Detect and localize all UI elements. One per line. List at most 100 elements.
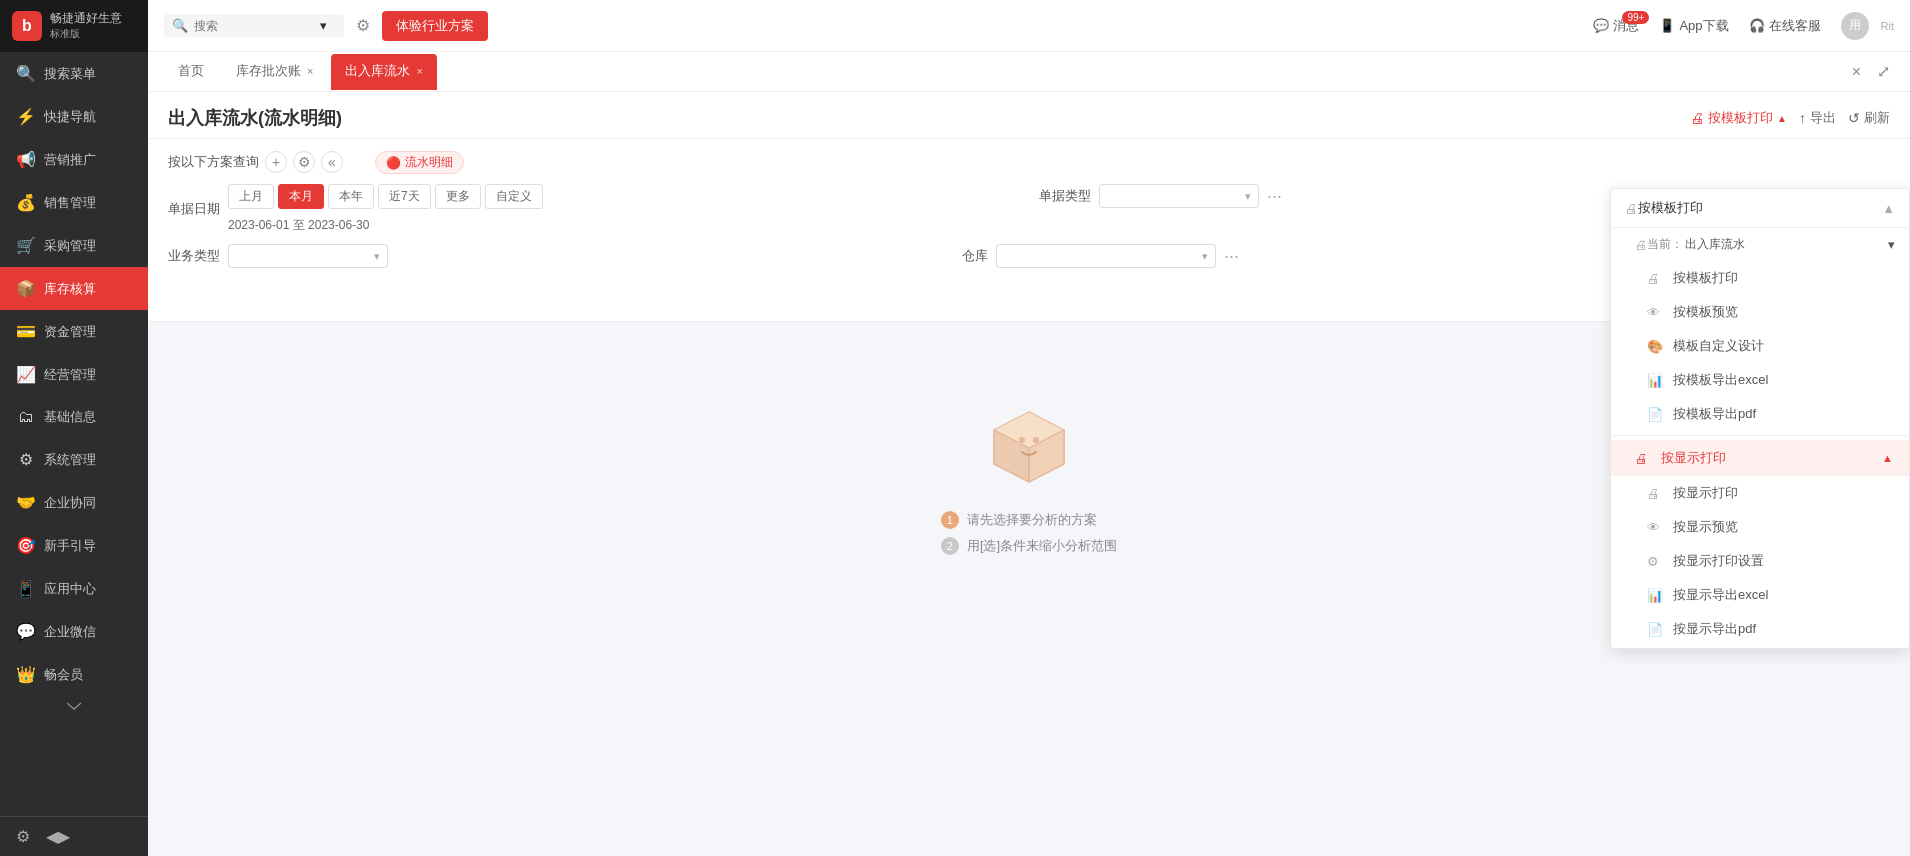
print-up-icon: ▲ bbox=[1777, 113, 1787, 124]
dropdown-bottom-item-4[interactable]: 📄 按显示导出pdf bbox=[1611, 612, 1909, 646]
tab-win-close-btn[interactable]: × bbox=[1848, 61, 1865, 83]
refresh-label: 刷新 bbox=[1864, 109, 1890, 127]
sidebar-item-operation[interactable]: 📈 经营管理 bbox=[0, 353, 148, 396]
sidebar-item-inventory[interactable]: 📦 库存核算 bbox=[0, 267, 148, 310]
sidebar-search-label: 搜索菜单 bbox=[44, 65, 96, 83]
date-btn-last-month[interactable]: 上月 bbox=[228, 184, 274, 209]
sidebar-item-sales[interactable]: 💰 销售管理 bbox=[0, 181, 148, 224]
trial-button[interactable]: 体验行业方案 bbox=[382, 11, 488, 41]
sidebar-sales-label: 销售管理 bbox=[44, 194, 96, 212]
highlighted-label: 按显示打印 bbox=[1661, 449, 1726, 467]
dropdown-highlighted-section[interactable]: 🖨 按显示打印 ▲ bbox=[1611, 440, 1909, 476]
collapse-sidebar-icon[interactable]: ◀▶ bbox=[46, 827, 70, 846]
export-icon: ↑ bbox=[1799, 110, 1806, 126]
tab-flow[interactable]: 出入库流水 × bbox=[331, 54, 436, 90]
empty-box-svg bbox=[984, 402, 1074, 492]
date-btn-this-year[interactable]: 本年 bbox=[328, 184, 374, 209]
dropdown-bottom-item-1[interactable]: 👁 按显示预览 bbox=[1611, 510, 1909, 544]
dropdown-top-item-4[interactable]: 📄 按模板导出pdf bbox=[1611, 397, 1909, 431]
app-download-button[interactable]: 📱 App下载 bbox=[1659, 17, 1728, 35]
dropdown-title: 按模板打印 bbox=[1638, 199, 1703, 217]
sidebar-item-member[interactable]: 👑 畅会员 bbox=[0, 653, 148, 696]
dropdown-bottom-item-3[interactable]: 📊 按显示导出excel bbox=[1611, 578, 1909, 612]
filter-add-btn[interactable]: + bbox=[265, 151, 287, 173]
dropdown-top-item-1[interactable]: 👁 按模板预览 bbox=[1611, 295, 1909, 329]
date-controls: 上月 本月 本年 近7天 更多 自定义 2023-06-01 至 2023-06… bbox=[228, 184, 543, 234]
settings-icon[interactable]: ⚙ bbox=[16, 827, 30, 846]
dropdown-top-icon-4: 📄 bbox=[1647, 407, 1663, 422]
dropdown-top-item-3[interactable]: 📊 按模板导出excel bbox=[1611, 363, 1909, 397]
tab-inventory-batch-close[interactable]: × bbox=[307, 65, 313, 77]
dropdown-top-icon-0: 🖨 bbox=[1647, 271, 1663, 286]
bill-type-select[interactable] bbox=[1099, 184, 1259, 208]
sidebar-item-search[interactable]: 🔍 搜索菜单 bbox=[0, 52, 148, 95]
date-btn-custom[interactable]: 自定义 bbox=[485, 184, 543, 209]
sidebar-item-corp[interactable]: 🤝 企业协同 bbox=[0, 481, 148, 524]
tab-flow-close[interactable]: × bbox=[416, 65, 422, 77]
dropdown-chevron-icon[interactable]: ▲ bbox=[1882, 201, 1895, 216]
tab-inventory-batch[interactable]: 库存批次账 × bbox=[222, 54, 327, 90]
dropdown-bottom-label-2: 按显示打印设置 bbox=[1673, 552, 1764, 570]
sidebar-item-marketing[interactable]: 📢 营销推广 bbox=[0, 138, 148, 181]
sidebar-member-label: 畅会员 bbox=[44, 666, 83, 684]
sidebar-item-wechat[interactable]: 💬 企业微信 bbox=[0, 610, 148, 653]
dropdown-bottom-icon-3: 📊 bbox=[1647, 588, 1663, 603]
dropdown-top-item-2[interactable]: 🎨 模板自定义设计 bbox=[1611, 329, 1909, 363]
export-button[interactable]: ↑ 导出 bbox=[1799, 109, 1836, 127]
avatar[interactable]: 用 bbox=[1841, 12, 1869, 40]
sidebar-corp-icon: 🤝 bbox=[16, 493, 36, 512]
sidebar-purchase-label: 采购管理 bbox=[44, 237, 96, 255]
date-btn-7-days[interactable]: 近7天 bbox=[378, 184, 431, 209]
search-dropdown-icon: ▾ bbox=[320, 18, 327, 33]
refresh-button[interactable]: ↺ 刷新 bbox=[1848, 109, 1890, 127]
print-template-button[interactable]: 🖨 按模板打印 ▲ bbox=[1690, 109, 1787, 127]
topbar-search-area[interactable]: 🔍 ▾ bbox=[164, 14, 344, 37]
date-btn-this-month[interactable]: 本月 bbox=[278, 184, 324, 209]
sidebar-operation-icon: 📈 bbox=[16, 365, 36, 384]
sidebar-item-finance[interactable]: 💳 资金管理 bbox=[0, 310, 148, 353]
filter-collapse-btn[interactable]: « bbox=[321, 151, 343, 173]
sidebar-sales-icon: 💰 bbox=[16, 193, 36, 212]
message-button[interactable]: 💬 消息 99+ bbox=[1593, 17, 1639, 35]
date-btn-more[interactable]: 更多 bbox=[435, 184, 481, 209]
filter-settings-btn[interactable]: ⚙ bbox=[293, 151, 315, 173]
dropdown-top-item-0[interactable]: 🖨 按模板打印 bbox=[1611, 261, 1909, 295]
tab-home[interactable]: 首页 bbox=[164, 54, 218, 90]
sidebar-search-icon: 🔍 bbox=[16, 64, 36, 83]
sidebar-item-basic[interactable]: 🗂 基础信息 bbox=[0, 396, 148, 438]
sidebar-item-appstore[interactable]: 📱 应用中心 bbox=[0, 567, 148, 610]
sidebar-item-system[interactable]: ⚙ 系统管理 bbox=[0, 438, 148, 481]
bill-type-more[interactable]: ··· bbox=[1267, 186, 1282, 207]
dropdown-bottom-icon-1: 👁 bbox=[1647, 520, 1663, 535]
dropdown-current-value: 出入库流水 bbox=[1685, 236, 1745, 253]
dropdown-bottom-icon-4: 📄 bbox=[1647, 622, 1663, 637]
dropdown-bottom-icon-2: ⚙ bbox=[1647, 554, 1663, 569]
warehouse-select[interactable] bbox=[996, 244, 1216, 268]
biz-type-select[interactable] bbox=[228, 244, 388, 268]
date-filter-item: 单据日期 上月 本月 本年 近7天 更多 自定义 2023-06-01 至 20… bbox=[168, 184, 1019, 234]
empty-steps: 1 请先选择要分析的方案 2 用[选]条件来缩小分析范围 bbox=[941, 511, 1117, 555]
dropdown-bottom-label-3: 按显示导出excel bbox=[1673, 586, 1768, 604]
dropdown-current-arrow[interactable]: ▾ bbox=[1888, 237, 1895, 252]
tab-win-expand-btn[interactable]: ⤢ bbox=[1873, 60, 1894, 83]
print-dropdown-panel: 🖨 按模板打印 ▲ 🖨 当前： 出入库流水 ▾ 🖨 按模板打印 👁 按模板预览 … bbox=[1610, 188, 1910, 649]
sidebar-item-quick[interactable]: ⚡ 快捷导航 bbox=[0, 95, 148, 138]
warehouse-more[interactable]: ··· bbox=[1224, 246, 1239, 267]
filter-label: 按以下方案查询 bbox=[168, 153, 259, 171]
filter-tag-item[interactable]: 🔴 流水明细 bbox=[375, 151, 464, 174]
topbar-gear-icon[interactable]: ⚙ bbox=[356, 16, 370, 35]
sidebar-item-guide[interactable]: 🎯 新手引导 bbox=[0, 524, 148, 567]
svg-point-5 bbox=[1033, 437, 1039, 443]
sidebar-basic-icon: 🗂 bbox=[16, 408, 36, 426]
dropdown-bottom-item-2[interactable]: ⚙ 按显示打印设置 bbox=[1611, 544, 1909, 578]
sidebar-quick-label: 快捷导航 bbox=[44, 108, 96, 126]
highlighted-arrow: ▲ bbox=[1882, 452, 1893, 464]
sidebar: b 畅捷通好生意 标准版 🔍 搜索菜单 ⚡ 快捷导航 📢 营销推广 💰 销售管理… bbox=[0, 0, 148, 856]
search-input[interactable] bbox=[194, 19, 314, 33]
sidebar-item-purchase[interactable]: 🛒 采购管理 bbox=[0, 224, 148, 267]
tabs-right-controls: × ⤢ bbox=[1848, 60, 1894, 83]
tab-flow-label: 出入库流水 bbox=[345, 62, 410, 80]
biz-type-filter-item: 业务类型 ▾ bbox=[168, 244, 942, 268]
dropdown-bottom-item-0[interactable]: 🖨 按显示打印 bbox=[1611, 476, 1909, 510]
online-service-button[interactable]: 🎧 在线客服 bbox=[1749, 17, 1821, 35]
